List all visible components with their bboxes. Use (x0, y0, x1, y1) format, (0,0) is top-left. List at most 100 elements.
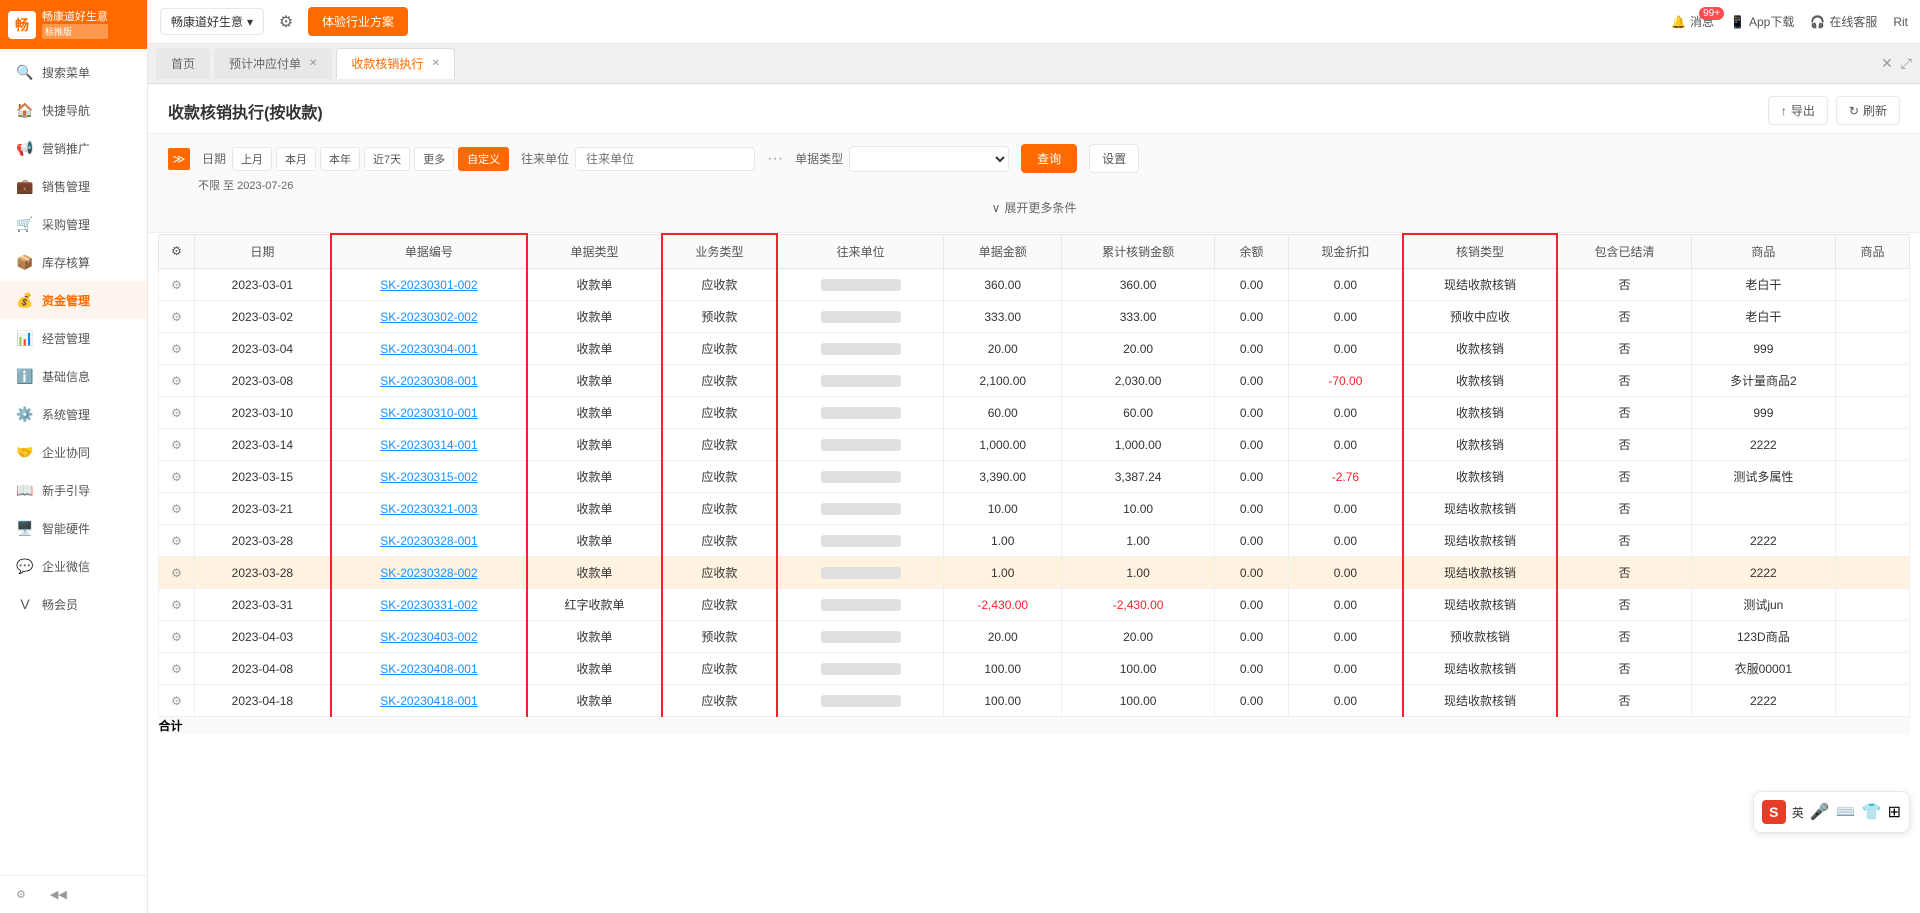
page-header: 收款核销执行(按收款) ↑ 导出 ↻ 刷新 (148, 84, 1920, 134)
row-balance: 0.00 (1215, 269, 1289, 301)
bill-no-link[interactable]: SK-20230321-003 (380, 502, 477, 516)
date-btn-custom[interactable]: 自定义 (458, 147, 509, 171)
sidebar-item-operation[interactable]: 📊 经营管理 (0, 319, 147, 357)
row-gear[interactable]: ⚙ (159, 269, 195, 301)
row-gear[interactable]: ⚙ (159, 525, 195, 557)
messages-btn[interactable]: 🔔 消息 99+ (1671, 13, 1714, 30)
col-include-settled: 包含已结清 (1557, 234, 1691, 269)
tab-maximize-btn[interactable]: ⤢ (1901, 55, 1912, 72)
row-biz-type: 应收款 (662, 429, 777, 461)
row-counterparty (777, 493, 944, 525)
row-bill-no: SK-20230301-002 (331, 269, 527, 301)
row-gear[interactable]: ⚙ (159, 429, 195, 461)
tab-advance-payment[interactable]: 预计冲应付单 ✕ (214, 48, 332, 79)
bill-no-link[interactable]: SK-20230308-001 (380, 374, 477, 388)
row-writeoff-type: 现结收款核销 (1403, 493, 1558, 525)
total-writeoff-amount (1062, 717, 1215, 735)
counterparty-input[interactable] (575, 147, 755, 171)
sidebar-item-system[interactable]: ⚙️ 系统管理 (0, 395, 147, 433)
sidebar-item-hardware[interactable]: 🖥️ 智能硬件 (0, 509, 147, 547)
sidebar-item-purchase[interactable]: 🛒 采购管理 (0, 205, 147, 243)
date-btn-more[interactable]: 更多 (414, 147, 454, 171)
sidebar-item-basic[interactable]: ℹ️ 基础信息 (0, 357, 147, 395)
date-btn-7days[interactable]: 近7天 (364, 147, 410, 171)
sidebar-nav: 🔍 搜索菜单 🏠 快捷导航 📢 营销推广 💼 销售管理 🛒 采购管理 📦 库存核… (0, 49, 147, 875)
bill-no-link[interactable]: SK-20230328-002 (380, 566, 477, 580)
row-writeoff-amount: 333.00 (1062, 301, 1215, 333)
row-gear[interactable]: ⚙ (159, 301, 195, 333)
chevron-down-icon: ▾ (247, 15, 253, 29)
row-bill-no: SK-20230315-002 (331, 461, 527, 493)
sidebar-item-search[interactable]: 🔍 搜索菜单 (0, 53, 147, 91)
sidebar-item-marketing[interactable]: 📢 营销推广 (0, 129, 147, 167)
row-bill-amount: -2,430.00 (944, 589, 1062, 621)
row-balance: 0.00 (1215, 397, 1289, 429)
row-include-settled: 否 (1557, 653, 1691, 685)
sidebar-item-finance[interactable]: 💰 资金管理 (0, 281, 147, 319)
bill-no-link[interactable]: SK-20230302-002 (380, 310, 477, 324)
sidebar-settings-btn[interactable]: ⚙ (8, 884, 34, 905)
bill-no-link[interactable]: SK-20230301-002 (380, 278, 477, 292)
row-cash-discount: 0.00 (1289, 525, 1403, 557)
tab-close-icon[interactable]: ✕ (431, 58, 439, 69)
sidebar-collapse-btn[interactable]: ◀◀ (42, 884, 75, 905)
bill-no-link[interactable]: SK-20230304-001 (380, 342, 477, 356)
keyboard-icon[interactable]: ⌨️ (1836, 802, 1856, 822)
row-product2 (1835, 557, 1909, 589)
bill-no-link[interactable]: SK-20230331-002 (380, 598, 477, 612)
mic-icon[interactable]: 🎤 (1810, 802, 1830, 822)
user-name[interactable]: Rit (1893, 15, 1908, 29)
bill-no-link[interactable]: SK-20230315-002 (380, 470, 477, 484)
solution-button[interactable]: 体验行业方案 (308, 7, 408, 36)
tab-home[interactable]: 首页 (156, 48, 210, 79)
company-dropdown[interactable]: 畅康道好生意 ▾ (160, 8, 264, 35)
refresh-button[interactable]: ↻ 刷新 (1836, 96, 1900, 125)
row-gear[interactable]: ⚙ (159, 685, 195, 717)
row-gear[interactable]: ⚙ (159, 333, 195, 365)
tab-close-all-btn[interactable]: ✕ (1881, 55, 1893, 72)
query-button[interactable]: 查询 (1021, 144, 1077, 173)
bill-no-link[interactable]: SK-20230408-001 (380, 662, 477, 676)
sidebar-item-guide[interactable]: 📖 新手引导 (0, 471, 147, 509)
sidebar-item-quick-nav[interactable]: 🏠 快捷导航 (0, 91, 147, 129)
app-download-btn[interactable]: 📱 App下载 (1730, 13, 1794, 30)
bill-no-link[interactable]: SK-20230403-002 (380, 630, 477, 644)
bill-no-link[interactable]: SK-20230310-001 (380, 406, 477, 420)
bill-no-link[interactable]: SK-20230418-001 (380, 694, 477, 708)
tab-close-icon[interactable]: ✕ (309, 58, 317, 69)
row-gear[interactable]: ⚙ (159, 397, 195, 429)
sidebar-item-sales[interactable]: 💼 销售管理 (0, 167, 147, 205)
bill-no-link[interactable]: SK-20230314-001 (380, 438, 477, 452)
row-gear[interactable]: ⚙ (159, 621, 195, 653)
row-bill-amount: 1.00 (944, 557, 1062, 589)
sidebar-item-inventory[interactable]: 📦 库存核算 (0, 243, 147, 281)
row-include-settled: 否 (1557, 301, 1691, 333)
filter-settings-button[interactable]: 设置 (1089, 144, 1139, 173)
date-btn-this-month[interactable]: 本月 (276, 147, 316, 171)
row-gear[interactable]: ⚙ (159, 653, 195, 685)
export-button[interactable]: ↑ 导出 (1768, 96, 1828, 125)
bill-no-link[interactable]: SK-20230328-001 (380, 534, 477, 548)
more-filters-btn[interactable]: ··· (767, 150, 783, 168)
expand-more-btn[interactable]: ∨ 展开更多条件 (992, 199, 1077, 216)
tab-receipt-writeoff[interactable]: 收款核销执行 ✕ (336, 48, 454, 79)
sidebar-item-member[interactable]: V 畅会员 (0, 585, 147, 623)
sidebar-item-enterprise[interactable]: 🤝 企业协同 (0, 433, 147, 471)
row-gear[interactable]: ⚙ (159, 557, 195, 589)
date-btn-this-year[interactable]: 本年 (320, 147, 360, 171)
row-gear[interactable]: ⚙ (159, 461, 195, 493)
bill-type-select[interactable] (849, 146, 1009, 172)
sidebar-item-wechat[interactable]: 💬 企业微信 (0, 547, 147, 585)
date-btn-last-month[interactable]: 上月 (232, 147, 272, 171)
filter-toggle-btn[interactable]: ≫ (168, 148, 190, 170)
tabbar: 首页 预计冲应付单 ✕ 收款核销执行 ✕ ✕ ⤢ (148, 44, 1920, 84)
online-service-btn[interactable]: 🎧 在线客服 (1810, 13, 1877, 30)
row-gear[interactable]: ⚙ (159, 589, 195, 621)
table-row: ⚙ 2023-03-10 SK-20230310-001 收款单 应收款 60.… (159, 397, 1910, 429)
row-gear[interactable]: ⚙ (159, 365, 195, 397)
settings-icon[interactable]: ⚙ (272, 8, 300, 36)
sidebar-logo: 畅 畅康道好生意 标推版 (0, 0, 147, 49)
row-gear[interactable]: ⚙ (159, 493, 195, 525)
col-gear[interactable]: ⚙ (159, 234, 195, 269)
monitor-icon: 🖥️ (16, 519, 34, 537)
